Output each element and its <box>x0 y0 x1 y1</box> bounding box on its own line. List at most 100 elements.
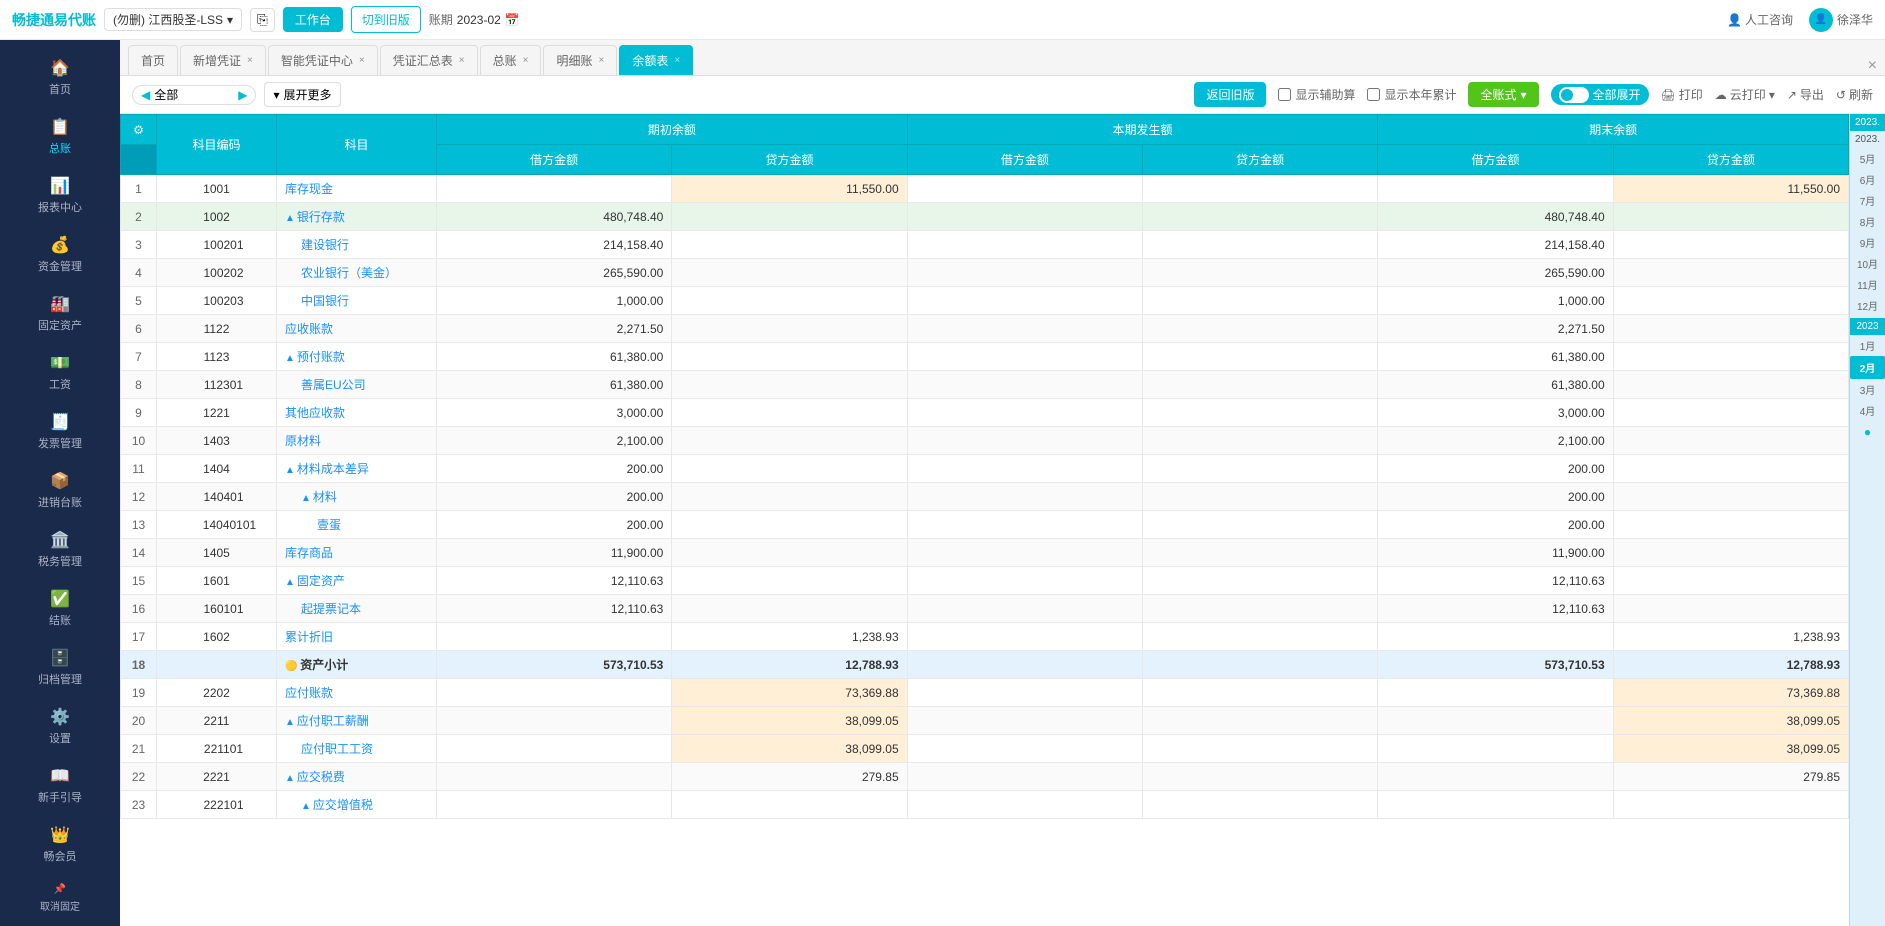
sidebar-item-member[interactable]: 👑 畅会员 <box>0 815 120 874</box>
row-name[interactable]: ▲应付职工薪酬 <box>277 707 437 735</box>
right-panel-online-icon[interactable]: ● <box>1864 425 1871 439</box>
row-name[interactable]: 原材料 <box>277 427 437 455</box>
consult-button[interactable]: 👤 人工咨询 <box>1727 11 1793 28</box>
right-panel-12[interactable]: 12月 <box>1855 295 1880 316</box>
show-aux-input[interactable] <box>1278 88 1291 101</box>
right-panel-8[interactable]: 8月 <box>1858 211 1878 232</box>
sidebar-item-archive[interactable]: 🗄️ 归档管理 <box>0 638 120 697</box>
account-link[interactable]: 其他应收款 <box>285 406 345 420</box>
account-link[interactable]: 原材料 <box>285 434 321 448</box>
account-link[interactable]: 库存现金 <box>285 182 333 196</box>
sidebar-item-settings[interactable]: ⚙️ 设置 <box>0 697 120 756</box>
account-link[interactable]: 起提票记本 <box>301 602 361 616</box>
row-name[interactable]: 🟡 资产小计 <box>277 651 437 679</box>
tab-home[interactable]: 首页 <box>128 45 178 75</box>
sidebar-item-fixed-assets[interactable]: 🏭 固定资产 <box>0 284 120 343</box>
expand-row-icon[interactable]: ▲ <box>301 801 311 812</box>
row-name[interactable]: 累计折旧 <box>277 623 437 651</box>
print-button[interactable]: 🖨 打印 <box>1661 86 1703 103</box>
expand-row-icon[interactable]: ▲ <box>285 465 295 476</box>
account-link[interactable]: 应付账款 <box>285 686 333 700</box>
right-panel-7[interactable]: 7月 <box>1858 190 1878 211</box>
row-name[interactable]: 中国银行 <box>277 287 437 315</box>
search-right-arrow[interactable]: ▶ <box>238 88 247 102</box>
sidebar-item-home[interactable]: 🏠 首页 <box>0 48 120 107</box>
account-link[interactable]: 应交增值税 <box>313 798 373 812</box>
right-panel-2-selected[interactable]: 2月 <box>1850 356 1885 379</box>
search-left-arrow[interactable]: ◀ <box>141 88 150 102</box>
account-link[interactable]: 善属EU公司 <box>301 378 366 392</box>
tab-ledger-close[interactable]: × <box>523 55 529 66</box>
copy-icon-btn[interactable]: ⎘ <box>250 8 275 32</box>
tab-detail-close[interactable]: × <box>598 55 604 66</box>
row-name[interactable]: ▲预付账款 <box>277 343 437 371</box>
account-link[interactable]: 预付账款 <box>297 350 345 364</box>
sidebar-item-salary[interactable]: 💵 工资 <box>0 343 120 402</box>
export-button[interactable]: ↗ 导出 <box>1787 86 1824 103</box>
cloud-print-button[interactable]: ☁ 云打印 ▾ <box>1715 86 1775 103</box>
row-name[interactable]: 农业银行（美金） <box>277 259 437 287</box>
account-link[interactable]: 中国银行 <box>301 294 349 308</box>
account-link[interactable]: 固定资产 <box>297 574 345 588</box>
row-name[interactable]: ▲银行存款 <box>277 203 437 231</box>
switch-version-button[interactable]: 切到旧版 <box>351 6 421 33</box>
right-panel-10[interactable]: 10月 <box>1855 253 1880 274</box>
account-link[interactable]: 应付职工薪酬 <box>297 714 369 728</box>
row-name[interactable]: ▲应交增值税 <box>277 791 437 819</box>
right-panel-4[interactable]: 4月 <box>1858 400 1878 421</box>
account-link[interactable]: 银行存款 <box>297 210 345 224</box>
expand-row-icon[interactable]: ▲ <box>285 773 295 784</box>
row-name[interactable]: ▲材料 <box>277 483 437 511</box>
account-link[interactable]: 建设银行 <box>301 238 349 252</box>
sidebar-item-report[interactable]: 📊 报表中心 <box>0 166 120 225</box>
return-button[interactable]: 返回旧版 <box>1194 82 1266 107</box>
tab-voucher-summary-close[interactable]: × <box>459 55 465 66</box>
right-panel-5[interactable]: 5月 <box>1858 148 1878 169</box>
row-name[interactable]: 壹蛋 <box>277 511 437 539</box>
row-name[interactable]: 应付账款 <box>277 679 437 707</box>
show-ytd-checkbox[interactable]: 显示本年累计 <box>1367 86 1456 103</box>
row-name[interactable]: 善属EU公司 <box>277 371 437 399</box>
account-link[interactable]: 应收账款 <box>285 322 333 336</box>
toggle-switch[interactable] <box>1559 87 1589 103</box>
expand-row-icon[interactable]: ▲ <box>301 493 311 504</box>
account-link[interactable]: 农业银行（美金） <box>301 266 397 280</box>
row-name[interactable]: 建设银行 <box>277 231 437 259</box>
show-aux-checkbox[interactable]: 显示辅助算 <box>1278 86 1355 103</box>
account-link[interactable]: 应交税费 <box>297 770 345 784</box>
th-setting[interactable]: ⚙ <box>121 115 157 145</box>
row-name[interactable]: 库存现金 <box>277 175 437 203</box>
close-all-tabs[interactable]: × <box>1868 57 1877 75</box>
search-input[interactable] <box>154 88 234 102</box>
row-name[interactable]: ▲应交税费 <box>277 763 437 791</box>
account-link[interactable]: 壹蛋 <box>317 518 341 532</box>
tab-new-voucher[interactable]: 新增凭证 × <box>180 45 266 75</box>
sidebar-item-sales[interactable]: 📦 进销台账 <box>0 461 120 520</box>
tab-voucher-summary[interactable]: 凭证汇总表 × <box>380 45 478 75</box>
sidebar-item-invoice[interactable]: 🧾 发票管理 <box>0 402 120 461</box>
row-name[interactable]: 起提票记本 <box>277 595 437 623</box>
sidebar-item-capital[interactable]: 💰 资金管理 <box>0 225 120 284</box>
tab-new-voucher-close[interactable]: × <box>247 55 253 66</box>
row-name[interactable]: ▲材料成本差异 <box>277 455 437 483</box>
account-link[interactable]: 材料成本差异 <box>297 462 369 476</box>
tab-detail[interactable]: 明细账 × <box>543 45 617 75</box>
tab-ledger[interactable]: 总账 × <box>480 45 542 75</box>
row-name[interactable]: 库存商品 <box>277 539 437 567</box>
right-panel-3[interactable]: 3月 <box>1858 379 1878 400</box>
right-panel-6[interactable]: 6月 <box>1858 169 1878 190</box>
row-name[interactable]: ▲固定资产 <box>277 567 437 595</box>
tab-balance-close[interactable]: × <box>674 55 680 66</box>
sidebar-item-ledger[interactable]: 📋 总账 <box>0 107 120 166</box>
row-name[interactable]: 应付职工工资 <box>277 735 437 763</box>
show-ytd-input[interactable] <box>1367 88 1380 101</box>
sidebar-item-guide[interactable]: 📖 新手引导 <box>0 756 120 815</box>
expand-button[interactable]: ▾ 展开更多 <box>264 82 340 107</box>
account-link[interactable]: 应付职工工资 <box>301 742 373 756</box>
sidebar-item-unpin[interactable]: 📌 取消固定 <box>0 874 120 923</box>
tab-balance[interactable]: 余额表 × <box>619 45 693 75</box>
expand-row-icon[interactable]: ▲ <box>285 353 295 364</box>
sidebar-item-tax[interactable]: 🏛️ 税务管理 <box>0 520 120 579</box>
expand-row-icon[interactable]: ▲ <box>285 213 295 224</box>
right-panel-1[interactable]: 1月 <box>1858 335 1878 356</box>
